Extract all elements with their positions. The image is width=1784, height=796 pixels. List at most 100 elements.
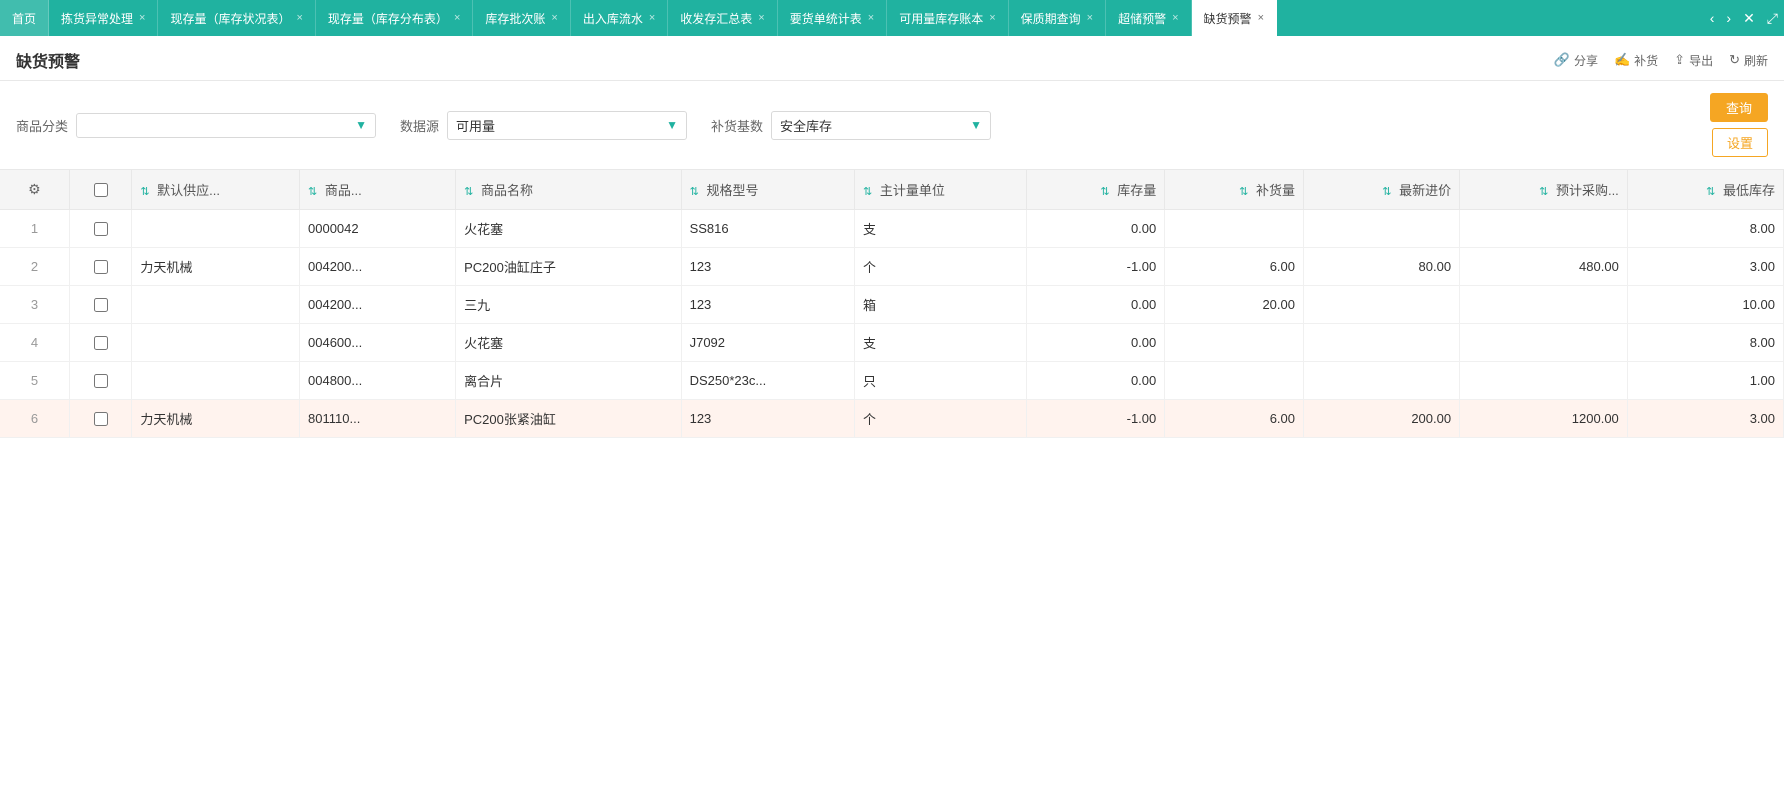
- tab-close-current-stock-dist[interactable]: ×: [454, 12, 460, 24]
- filter-replenish-base: 补货基数 安全库存 ▼: [711, 111, 991, 140]
- th-supplier[interactable]: ⇅ 默认供应...: [132, 170, 300, 210]
- tab-close-overstock-warning[interactable]: ×: [1172, 12, 1178, 24]
- refresh-button[interactable]: ↻ 刷新: [1729, 52, 1768, 69]
- cell-goods-name: 离合片: [456, 362, 681, 400]
- cell-est-purchase: [1460, 210, 1628, 248]
- tab-close-expiry-query[interactable]: ×: [1087, 12, 1093, 24]
- table-container: ⚙ ⇅ 默认供应... ⇅ 商品...: [0, 170, 1784, 438]
- cell-checkbox[interactable]: [69, 286, 131, 324]
- cell-goods-code: 004800...: [300, 362, 456, 400]
- row-checkbox-2[interactable]: [94, 298, 108, 312]
- tab-expiry-query[interactable]: 保质期查询 ×: [1009, 0, 1106, 36]
- row-checkbox-3[interactable]: [94, 336, 108, 350]
- tab-close-shortage-warning[interactable]: ×: [1258, 12, 1264, 24]
- row-checkbox-0[interactable]: [94, 222, 108, 236]
- cell-stock: 0.00: [1026, 324, 1165, 362]
- cell-checkbox[interactable]: [69, 248, 131, 286]
- table-row: 3 004200... 三九 123 箱 0.00 20.00 10.00: [0, 286, 1784, 324]
- cell-checkbox[interactable]: [69, 400, 131, 438]
- cell-goods-code: 004600...: [300, 324, 456, 362]
- row-checkbox-1[interactable]: [94, 260, 108, 274]
- sort-replenish-icon: ⇅: [1239, 186, 1248, 198]
- th-stock[interactable]: ⇅ 库存量: [1026, 170, 1165, 210]
- sort-latest-price-icon: ⇅: [1382, 186, 1391, 198]
- tab-shortage-warning[interactable]: 缺货预警 ×: [1192, 0, 1277, 36]
- tab-requisition-stats[interactable]: 要货单统计表 ×: [778, 0, 887, 36]
- tab-close-current-stock-status[interactable]: ×: [296, 12, 302, 24]
- th-replenish[interactable]: ⇅ 补货量: [1165, 170, 1304, 210]
- th-spec[interactable]: ⇅ 规格型号: [681, 170, 854, 210]
- tab-receive-send-summary[interactable]: 收发存汇总表 ×: [668, 0, 777, 36]
- tab-next-btn[interactable]: ›: [1720, 0, 1737, 36]
- cell-index: 3: [0, 286, 69, 324]
- cell-goods-code: 0000042: [300, 210, 456, 248]
- tab-stock-batch[interactable]: 库存批次账 ×: [473, 0, 570, 36]
- cell-stock: 0.00: [1026, 362, 1165, 400]
- cell-index: 6: [0, 400, 69, 438]
- tab-close-picking-exception[interactable]: ×: [139, 12, 145, 24]
- th-unit[interactable]: ⇅ 主计量单位: [855, 170, 1026, 210]
- replenish-button[interactable]: ✍ 补货: [1614, 52, 1658, 69]
- tab-close-available-ledger[interactable]: ×: [989, 12, 995, 24]
- sort-est-purchase-icon: ⇅: [1539, 186, 1548, 198]
- th-settings[interactable]: ⚙: [0, 170, 69, 210]
- tab-prev-btn[interactable]: ‹: [1704, 0, 1721, 36]
- cell-spec: J7092: [681, 324, 854, 362]
- query-button[interactable]: 查询: [1710, 93, 1768, 122]
- cell-min-stock: 10.00: [1627, 286, 1783, 324]
- cell-est-purchase: [1460, 362, 1628, 400]
- page-container: 缺货预警 🔗 分享 ✍ 补货 ⇪ 导出 ↻ 刷新 商品分类: [0, 36, 1784, 796]
- settings-button[interactable]: 设置: [1712, 128, 1768, 157]
- cell-supplier: [132, 324, 300, 362]
- page-header: 缺货预警 🔗 分享 ✍ 补货 ⇪ 导出 ↻ 刷新: [0, 36, 1784, 81]
- cell-checkbox[interactable]: [69, 362, 131, 400]
- cell-checkbox[interactable]: [69, 210, 131, 248]
- th-est-purchase[interactable]: ⇅ 预计采购...: [1460, 170, 1628, 210]
- replenish-base-chevron-icon: ▼: [970, 118, 982, 132]
- cell-stock: 0.00: [1026, 210, 1165, 248]
- th-min-stock[interactable]: ⇅ 最低库存: [1627, 170, 1783, 210]
- tab-close-receive-send-summary[interactable]: ×: [758, 12, 764, 24]
- th-checkbox[interactable]: [69, 170, 131, 210]
- sort-stock-icon: ⇅: [1100, 186, 1109, 198]
- cell-checkbox[interactable]: [69, 324, 131, 362]
- tab-available-ledger[interactable]: 可用量库存账本 ×: [887, 0, 1008, 36]
- tab-fullscreen-btn[interactable]: ⤢: [1761, 0, 1784, 36]
- sort-min-stock-icon: ⇅: [1706, 186, 1715, 198]
- tab-overstock-warning[interactable]: 超储预警 ×: [1106, 0, 1191, 36]
- cell-latest-price: [1304, 324, 1460, 362]
- sort-supplier-icon: ⇅: [140, 186, 149, 198]
- select-all-checkbox[interactable]: [94, 183, 108, 197]
- th-goods-name[interactable]: ⇅ 商品名称: [456, 170, 681, 210]
- row-checkbox-5[interactable]: [94, 412, 108, 426]
- row-checkbox-4[interactable]: [94, 374, 108, 388]
- th-latest-price[interactable]: ⇅ 最新进价: [1304, 170, 1460, 210]
- tab-current-stock-status[interactable]: 现存量（库存状况表） ×: [158, 0, 315, 36]
- th-goods-code[interactable]: ⇅ 商品...: [300, 170, 456, 210]
- tab-close-stock-batch[interactable]: ×: [551, 12, 557, 24]
- tab-inout-flow[interactable]: 出入库流水 ×: [571, 0, 668, 36]
- cell-est-purchase: 1200.00: [1460, 400, 1628, 438]
- table-row: 6 力天机械 801110... PC200张紧油缸 123 个 -1.00 6…: [0, 400, 1784, 438]
- cell-spec: SS816: [681, 210, 854, 248]
- table-row: 2 力天机械 004200... PC200油缸庄子 123 个 -1.00 6…: [0, 248, 1784, 286]
- tab-current-stock-dist[interactable]: 现存量（库存分布表） ×: [316, 0, 473, 36]
- sort-spec-icon: ⇅: [690, 186, 699, 198]
- replenish-base-select[interactable]: 安全库存 ▼: [771, 111, 991, 140]
- tab-close-inout-flow[interactable]: ×: [649, 12, 655, 24]
- tab-home[interactable]: 首页: [0, 0, 49, 36]
- table-row: 5 004800... 离合片 DS250*23c... 只 0.00 1.00: [0, 362, 1784, 400]
- replenish-icon: ✍: [1614, 52, 1630, 68]
- export-button[interactable]: ⇪ 导出: [1674, 52, 1713, 69]
- cell-unit: 只: [855, 362, 1026, 400]
- share-button[interactable]: 🔗 分享: [1554, 52, 1598, 69]
- tab-close-requisition-stats[interactable]: ×: [868, 12, 874, 24]
- tab-close-all-btn[interactable]: ✕: [1737, 0, 1761, 36]
- data-source-select[interactable]: 可用量 ▼: [447, 111, 687, 140]
- cell-supplier: 力天机械: [132, 248, 300, 286]
- column-settings-icon[interactable]: ⚙: [28, 181, 41, 198]
- tab-picking-exception[interactable]: 拣货异常处理 ×: [49, 0, 158, 36]
- cell-goods-name: 三九: [456, 286, 681, 324]
- goods-category-select[interactable]: ▼: [76, 113, 376, 138]
- cell-supplier: [132, 362, 300, 400]
